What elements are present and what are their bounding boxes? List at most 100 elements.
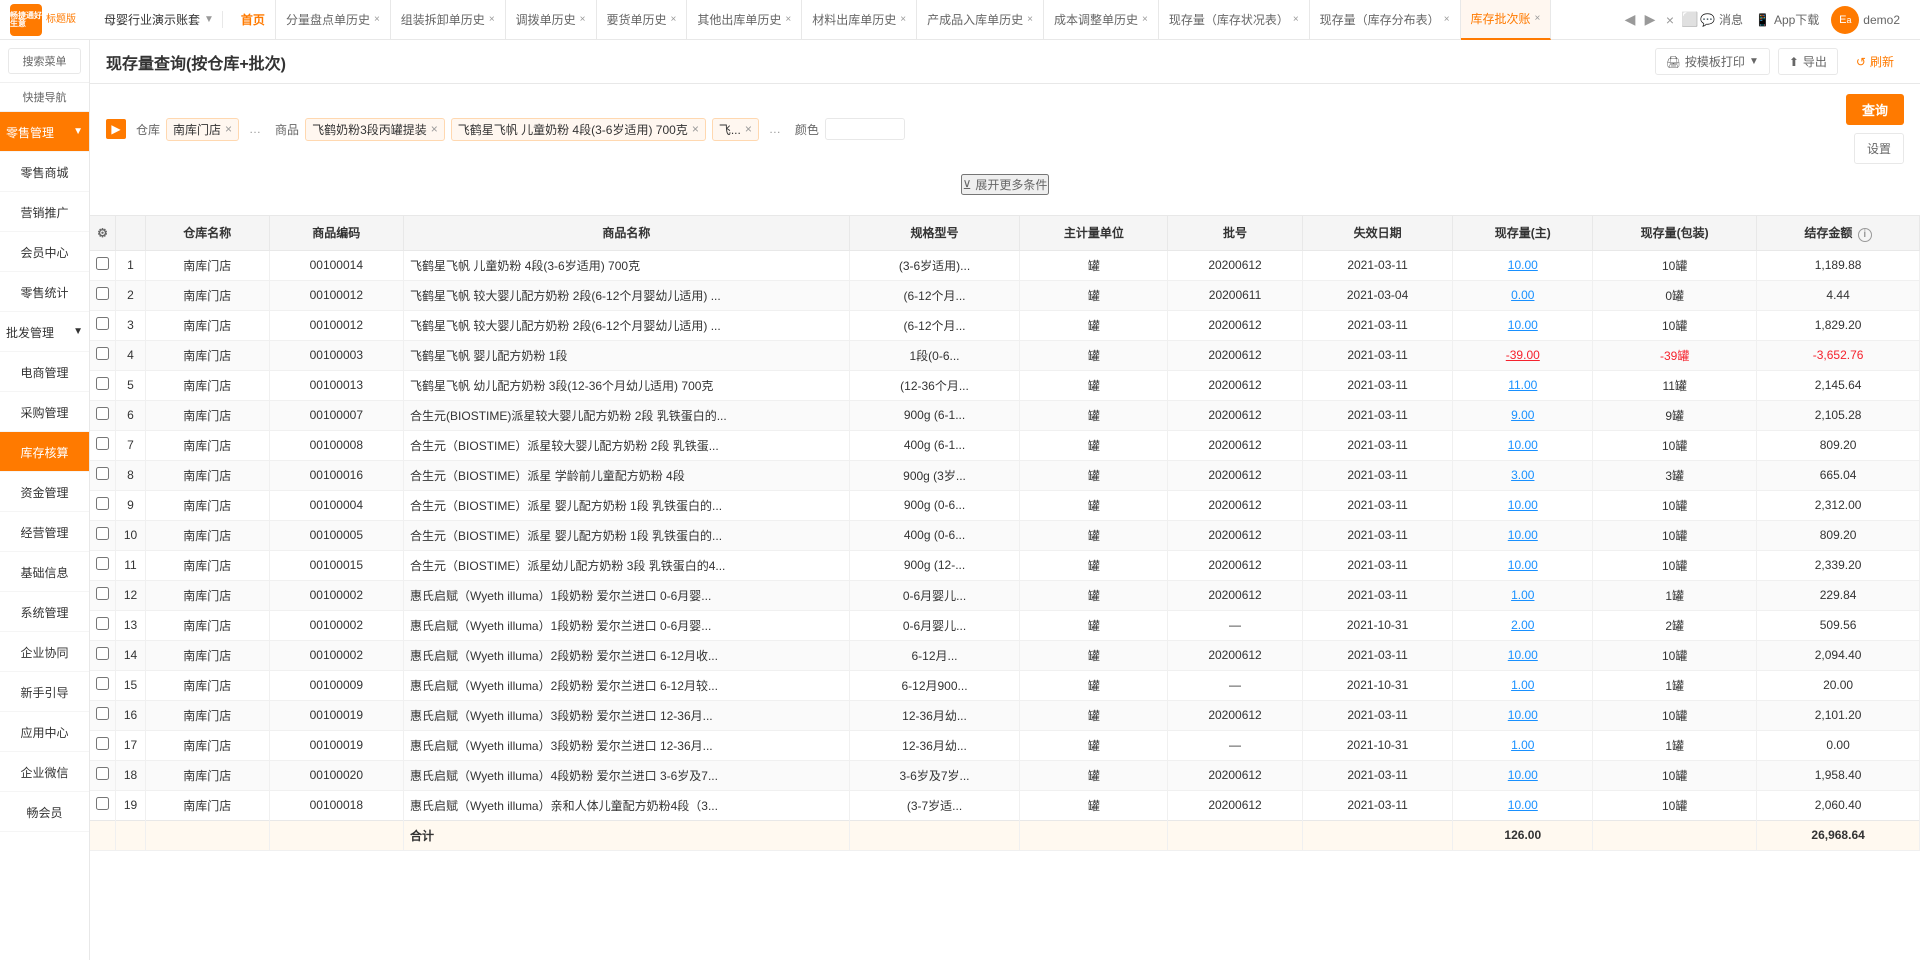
row-checkbox[interactable] (90, 430, 116, 460)
sidebar-item-member2[interactable]: 畅会员 (0, 792, 89, 832)
sidebar-item-new-guide[interactable]: 新手引导 (0, 672, 89, 712)
refresh-button[interactable]: ↺ 刷新 (1846, 49, 1904, 74)
tab-close-icon[interactable]: × (1027, 14, 1033, 25)
product-tag-close-3[interactable]: × (745, 122, 752, 136)
settings-button[interactable]: 设置 (1854, 133, 1904, 164)
tab-disassemble-history[interactable]: 组装拆卸单历史 × (391, 0, 506, 40)
row-stock-main[interactable]: 10.00 (1453, 700, 1593, 730)
sidebar-item-wholesale[interactable]: 批发管理 ▼ (0, 312, 89, 352)
tab-close-icon[interactable]: × (580, 14, 586, 25)
row-checkbox[interactable] (90, 760, 116, 790)
search-menu-button[interactable]: 搜索菜单 (8, 48, 81, 74)
row-checkbox[interactable] (90, 310, 116, 340)
row-checkbox[interactable] (90, 550, 116, 580)
sidebar-item-member[interactable]: 会员中心 (0, 232, 89, 272)
sidebar-item-operation[interactable]: 经营管理 (0, 512, 89, 552)
row-stock-main[interactable]: 9.00 (1453, 400, 1593, 430)
sidebar-item-retail-shop[interactable]: 零售商城 (0, 152, 89, 192)
row-stock-main[interactable]: 10.00 (1453, 490, 1593, 520)
tab-close-icon[interactable]: × (489, 14, 495, 25)
row-stock-main[interactable]: 10.00 (1453, 250, 1593, 280)
tab-material-out-history[interactable]: 材料出库单历史 × (802, 0, 917, 40)
tab-query-history[interactable]: 调拨单历史 × (506, 0, 597, 40)
tab-split-history[interactable]: 分量盘点单历史 × (276, 0, 391, 40)
row-stock-main[interactable]: 11.00 (1453, 370, 1593, 400)
tab-close-icon[interactable]: × (1535, 13, 1541, 24)
tab-close-all-button[interactable]: × (1660, 0, 1680, 40)
message-button[interactable]: 💬 消息 (1700, 11, 1743, 28)
product-tag-close-2[interactable]: × (692, 122, 699, 136)
tab-close-icon[interactable]: × (374, 14, 380, 25)
row-checkbox[interactable] (90, 460, 116, 490)
app-download-button[interactable]: 📱 App下载 (1755, 11, 1819, 28)
tab-close-icon[interactable]: × (900, 14, 906, 25)
dropdown-arrow-icon[interactable]: ▼ (204, 14, 214, 25)
tab-request-history[interactable]: 要货单历史 × (597, 0, 688, 40)
tab-close-icon[interactable]: × (671, 14, 677, 25)
row-checkbox[interactable] (90, 280, 116, 310)
sidebar-item-system[interactable]: 系统管理 (0, 592, 89, 632)
tab-prev-button[interactable]: ◀ (1620, 0, 1640, 40)
tab-batch-ledger[interactable]: 库存批次账 × (1461, 0, 1552, 40)
row-stock-main[interactable]: 10.00 (1453, 550, 1593, 580)
row-stock-main[interactable]: 10.00 (1453, 640, 1593, 670)
tab-close-icon[interactable]: × (1142, 14, 1148, 25)
sidebar-item-enterprise-wechat[interactable]: 企业微信 (0, 752, 89, 792)
tab-stock-status[interactable]: 现存量（库存状况表） × (1159, 0, 1310, 40)
tab-stock-dist[interactable]: 现存量（库存分布表） × (1310, 0, 1461, 40)
row-stock-main[interactable]: 10.00 (1453, 310, 1593, 340)
print-button[interactable]: 🖨 按模板打印 ▼ (1655, 48, 1770, 75)
color-dropdown[interactable] (825, 118, 905, 140)
tab-expand-button[interactable]: ⬜ (1680, 0, 1700, 40)
sidebar-item-inventory[interactable]: 库存核算 (0, 432, 89, 472)
row-checkbox[interactable] (90, 790, 116, 820)
sidebar-item-basic[interactable]: 基础信息 (0, 552, 89, 592)
sidebar-item-enterprise[interactable]: 企业协同 (0, 632, 89, 672)
row-stock-main[interactable]: 1.00 (1453, 730, 1593, 760)
user-menu[interactable]: Ea demo2 (1831, 6, 1900, 34)
sidebar-item-purchase[interactable]: 采购管理 (0, 392, 89, 432)
row-stock-main[interactable]: 10.00 (1453, 520, 1593, 550)
sidebar-item-retail[interactable]: 零售管理 ▼ (0, 112, 89, 152)
product-tag-close-1[interactable]: × (431, 122, 438, 136)
row-stock-main[interactable]: 10.00 (1453, 760, 1593, 790)
row-checkbox[interactable] (90, 370, 116, 400)
row-stock-main[interactable]: 3.00 (1453, 460, 1593, 490)
row-stock-main[interactable]: 2.00 (1453, 610, 1593, 640)
row-checkbox[interactable] (90, 730, 116, 760)
row-checkbox[interactable] (90, 670, 116, 700)
tab-close-icon[interactable]: × (1293, 14, 1299, 25)
quick-nav-button[interactable]: 快捷导航 (0, 83, 89, 112)
warehouse-tag-close[interactable]: × (225, 122, 232, 136)
row-checkbox[interactable] (90, 640, 116, 670)
col-settings[interactable]: ⚙ (90, 216, 116, 250)
tab-other-out-history[interactable]: 其他出库单历史 × (687, 0, 802, 40)
row-checkbox[interactable] (90, 610, 116, 640)
tab-product-in-history[interactable]: 产成品入库单历史 × (917, 0, 1044, 40)
row-stock-main[interactable]: 10.00 (1453, 430, 1593, 460)
sidebar-item-retail-stats[interactable]: 零售统计 (0, 272, 89, 312)
tab-close-icon[interactable]: × (1444, 14, 1450, 25)
row-checkbox[interactable] (90, 400, 116, 430)
tab-cost-adjust-history[interactable]: 成本调整单历史 × (1044, 0, 1159, 40)
filter-expand-button[interactable]: ▶ (106, 119, 126, 139)
row-stock-main[interactable]: 0.00 (1453, 280, 1593, 310)
balance-info-icon[interactable]: i (1858, 228, 1872, 242)
account-dropdown[interactable]: 母婴行业演示账套 (104, 11, 200, 28)
query-button[interactable]: 查询 (1846, 94, 1904, 125)
row-stock-main[interactable]: 1.00 (1453, 580, 1593, 610)
row-checkbox[interactable] (90, 250, 116, 280)
export-button[interactable]: ⬆ 导出 (1778, 48, 1838, 75)
sidebar-item-app-center[interactable]: 应用中心 (0, 712, 89, 752)
expand-conditions-button[interactable]: ⊻ 展开更多条件 (961, 174, 1050, 195)
row-checkbox[interactable] (90, 340, 116, 370)
row-stock-main[interactable]: -39.00 (1453, 340, 1593, 370)
tab-next-button[interactable]: ▶ (1640, 0, 1660, 40)
row-stock-main[interactable]: 1.00 (1453, 670, 1593, 700)
sidebar-item-finance[interactable]: 资金管理 (0, 472, 89, 512)
row-checkbox[interactable] (90, 580, 116, 610)
sidebar-item-ecommerce[interactable]: 电商管理 (0, 352, 89, 392)
tab-home[interactable]: 首页 (231, 0, 276, 40)
warehouse-more-icon[interactable]: … (249, 122, 261, 136)
sidebar-item-marketing[interactable]: 营销推广 (0, 192, 89, 232)
